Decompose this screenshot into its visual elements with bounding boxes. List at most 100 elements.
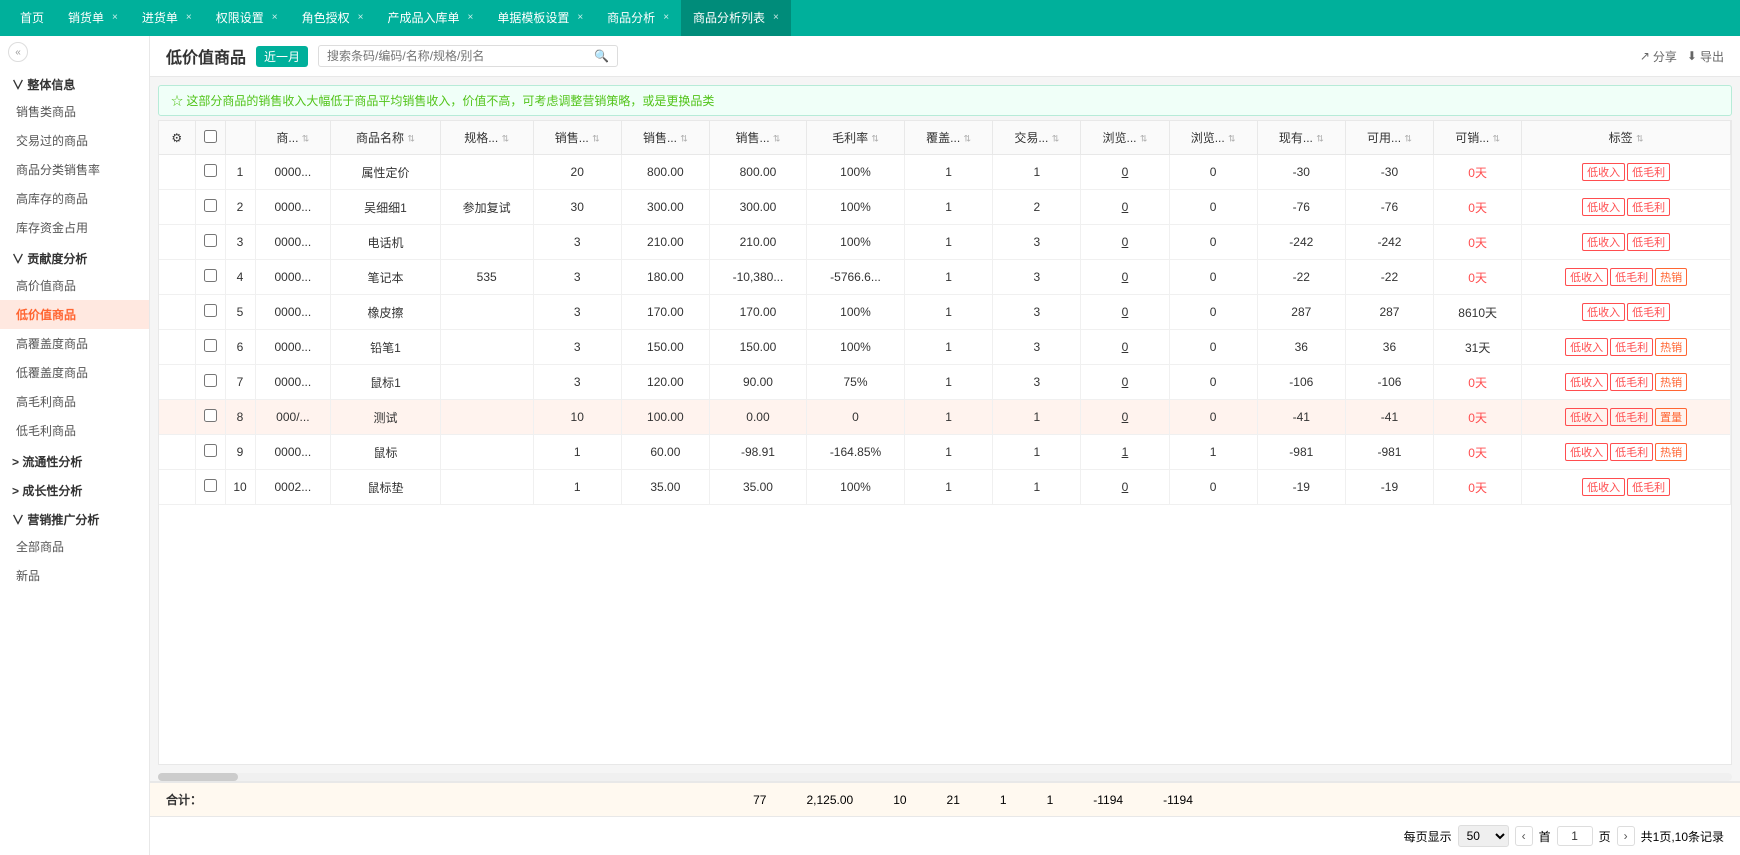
export-button[interactable]: ⬇ 导出 [1687,48,1724,65]
sidebar-item-low-margin[interactable]: 低毛利商品 [0,416,149,445]
col-sellable[interactable]: 可销... ⇅ [1434,121,1522,155]
sidebar-item-low-value[interactable]: 低价值商品 [0,300,149,329]
search-input[interactable] [327,49,594,63]
cell-views1[interactable]: 0 [1081,330,1169,365]
cell-views1[interactable]: 0 [1081,470,1169,505]
col-sales1[interactable]: 销售... ⇅ [533,121,621,155]
cell-sales1: 3 [533,225,621,260]
cell-trade: 1 [993,470,1081,505]
col-views1[interactable]: 浏览... ⇅ [1081,121,1169,155]
table-row: 9 0000... 鼠标 1 60.00 -98.91 -164.85% 1 1… [159,435,1731,470]
col-sales3[interactable]: 销售... ⇅ [709,121,806,155]
nav-purchase-order[interactable]: 进货单 × [130,0,204,36]
sidebar-item-traded[interactable]: 交易过的商品 [0,126,149,155]
table-row: 1 0000... 属性定价 20 800.00 800.00 100% 1 1… [159,155,1731,190]
select-all-checkbox[interactable] [204,130,217,143]
sidebar-item-high-value[interactable]: 高价值商品 [0,271,149,300]
cell-checkbox[interactable] [195,260,225,295]
per-page-select[interactable]: 50 100 [1458,825,1509,847]
first-page-btn[interactable]: ‹ [1515,826,1533,846]
sidebar-item-category-sales-rate[interactable]: 商品分类销售率 [0,155,149,184]
col-available[interactable]: 可用... ⇅ [1345,121,1433,155]
cell-checkbox[interactable] [195,330,225,365]
close-permission[interactable]: × [272,0,278,36]
cell-settings [159,260,195,295]
cell-checkbox[interactable] [195,470,225,505]
share-button[interactable]: ↗ 分享 [1640,48,1677,65]
col-tags[interactable]: 标签 ⇅ [1522,121,1731,155]
cell-checkbox[interactable] [195,295,225,330]
cell-sales2: 300.00 [621,190,709,225]
sidebar-item-low-coverage[interactable]: 低覆盖度商品 [0,358,149,387]
col-spec[interactable]: 规格... ⇅ [440,121,533,155]
cell-sales2: 180.00 [621,260,709,295]
table-row: 10 0002... 鼠标垫 1 35.00 35.00 100% 1 1 0 … [159,470,1731,505]
sidebar-item-high-margin[interactable]: 高毛利商品 [0,387,149,416]
close-sales-order[interactable]: × [112,0,118,36]
col-settings[interactable]: ⚙ [159,121,195,155]
close-product-analysis[interactable]: × [663,0,669,36]
nav-role-auth[interactable]: 角色授权 × [290,0,376,36]
cell-current: 287 [1257,295,1345,330]
cell-views1[interactable]: 0 [1081,190,1169,225]
close-product-warehouse[interactable]: × [467,0,473,36]
cell-sales3: 170.00 [709,295,806,330]
sidebar-item-new-products[interactable]: 新品 [0,561,149,590]
cell-checkbox[interactable] [195,365,225,400]
cell-checkbox[interactable] [195,190,225,225]
cell-checkbox[interactable] [195,435,225,470]
nav-template-settings[interactable]: 单据模板设置 × [485,0,595,36]
cell-views1[interactable]: 0 [1081,295,1169,330]
next-page-btn[interactable]: › [1617,826,1635,846]
cell-sales3: 800.00 [709,155,806,190]
cell-code: 0000... [255,260,331,295]
close-analysis-list[interactable]: × [773,0,779,36]
horizontal-scrollbar[interactable] [158,773,1732,781]
sidebar-item-stock-fund[interactable]: 库存资金占用 [0,213,149,242]
nav-product-warehouse[interactable]: 产成品入库单 × [375,0,485,36]
cell-checkbox[interactable] [195,155,225,190]
sidebar-collapse-btn[interactable]: « [8,42,28,62]
col-views2[interactable]: 浏览... ⇅ [1169,121,1257,155]
close-template-settings[interactable]: × [577,0,583,36]
col-coverage[interactable]: 覆盖... ⇅ [905,121,993,155]
nav-home[interactable]: 首页 [8,0,56,36]
content-area: 低价值商品 近一月 🔍 ↗ 分享 ⬇ 导出 ☆ 这部分商品的销售收入大幅低于商品… [150,36,1740,855]
col-checkbox[interactable] [195,121,225,155]
search-icon[interactable]: 🔍 [594,49,609,63]
sidebar-item-high-stock[interactable]: 高库存的商品 [0,184,149,213]
footer-views2: 1 [1047,793,1054,807]
col-code[interactable]: 商... ⇅ [255,121,331,155]
nav-permission[interactable]: 权限设置 × [204,0,290,36]
sidebar-item-sales-category[interactable]: 销售类商品 [0,97,149,126]
nav-product-analysis[interactable]: 商品分析 × [595,0,681,36]
cell-views1[interactable]: 0 [1081,225,1169,260]
nav-analysis-list[interactable]: 商品分析列表 × [681,0,791,36]
nav-sales-order[interactable]: 销货单 × [56,0,130,36]
col-current[interactable]: 现有... ⇅ [1257,121,1345,155]
cell-views1[interactable]: 0 [1081,400,1169,435]
sidebar-item-all-products[interactable]: 全部商品 [0,532,149,561]
sidebar-group-circulation[interactable]: > 流通性分析 [0,445,149,474]
current-page-input[interactable] [1557,826,1593,846]
col-sales2[interactable]: 销售... ⇅ [621,121,709,155]
sidebar-item-high-coverage[interactable]: 高覆盖度商品 [0,329,149,358]
cell-margin: 100% [806,330,904,365]
close-role-auth[interactable]: × [358,0,364,36]
table-row: 4 0000... 笔记本 535 3 180.00 -10,380... -5… [159,260,1731,295]
col-margin[interactable]: 毛利率 ⇅ [806,121,904,155]
cell-views1[interactable]: 0 [1081,260,1169,295]
cell-views1[interactable]: 0 [1081,155,1169,190]
cell-views1[interactable]: 0 [1081,365,1169,400]
close-purchase-order[interactable]: × [186,0,192,36]
col-trade[interactable]: 交易... ⇅ [993,121,1081,155]
cell-sales3: 35.00 [709,470,806,505]
cell-checkbox[interactable] [195,225,225,260]
cell-views1[interactable]: 1 [1081,435,1169,470]
cell-coverage: 1 [905,330,993,365]
scrollbar-thumb[interactable] [158,773,238,781]
cell-checkbox[interactable] [195,400,225,435]
time-filter-btn[interactable]: 近一月 [256,46,308,67]
col-name[interactable]: 商品名称 ⇅ [331,121,441,155]
sidebar-group-growth[interactable]: > 成长性分析 [0,474,149,503]
